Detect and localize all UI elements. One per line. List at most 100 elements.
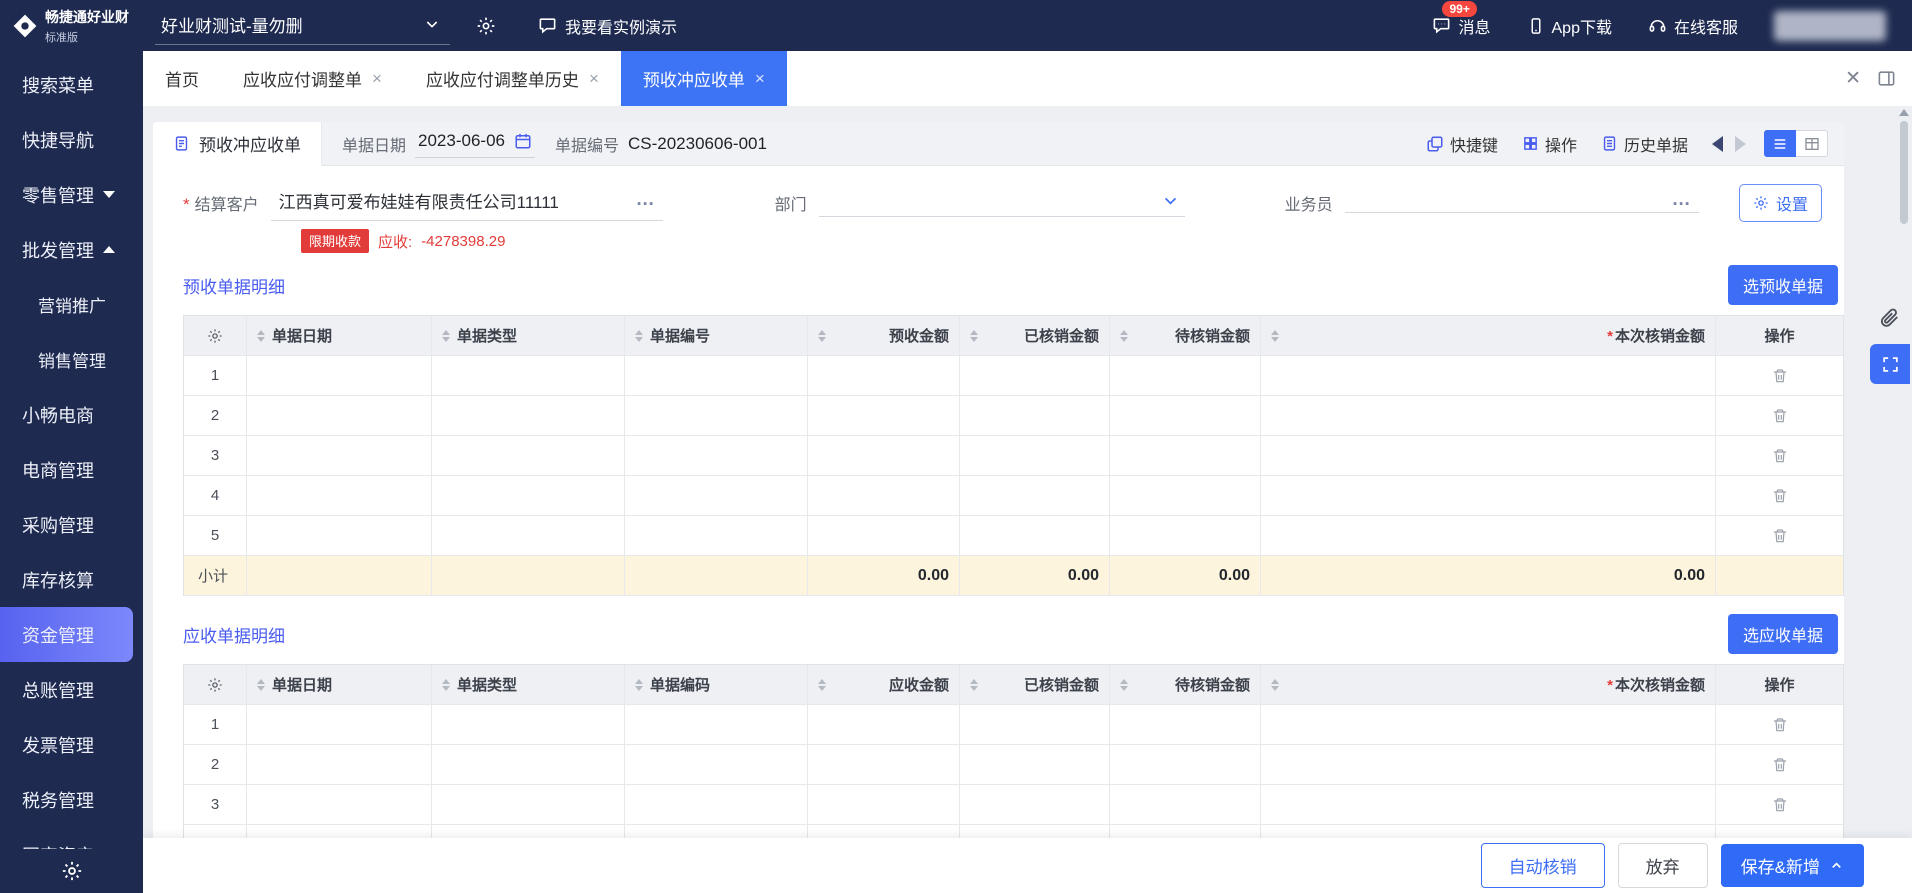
sort-icon[interactable] [635, 329, 643, 342]
list-view-toggle[interactable] [1764, 130, 1796, 157]
table-cell[interactable] [1110, 436, 1261, 476]
table-cell[interactable] [432, 356, 625, 396]
online-service-button[interactable]: 在线客服 [1648, 14, 1738, 38]
table-cell[interactable] [432, 825, 625, 838]
discard-button[interactable]: 放弃 [1617, 843, 1708, 888]
table-cell[interactable] [1261, 356, 1716, 396]
table-cell[interactable] [808, 396, 960, 436]
sidebar-item-6[interactable]: 小畅电商 [0, 387, 143, 442]
table-cell[interactable] [1261, 476, 1716, 516]
table-cell[interactable] [1261, 745, 1716, 785]
sort-icon[interactable] [1120, 329, 1128, 342]
column-header[interactable]: * 本次核销金额 [1261, 316, 1716, 356]
sidebar-item-5[interactable]: 销售管理 [0, 332, 143, 387]
tab-1[interactable]: 应收应付调整单 × [221, 51, 404, 106]
sort-icon[interactable] [1271, 329, 1279, 342]
row-delete-button[interactable] [1716, 825, 1843, 838]
scrollbar-thumb[interactable] [1900, 121, 1908, 224]
table-cell[interactable] [625, 705, 808, 745]
table-cell[interactable] [960, 785, 1110, 825]
sidebar-item-3[interactable]: 批发管理 [0, 222, 143, 277]
row-delete-button[interactable] [1716, 705, 1843, 745]
table-cell[interactable] [247, 476, 432, 516]
date-input[interactable]: 2023-06-06 [415, 129, 535, 158]
table-cell[interactable] [247, 516, 432, 556]
prev-doc-arrow[interactable] [1712, 135, 1723, 152]
sort-icon[interactable] [635, 678, 643, 691]
table-cell[interactable] [432, 785, 625, 825]
sidebar-item-9[interactable]: 库存核算 [0, 552, 143, 607]
sort-icon[interactable] [1271, 678, 1279, 691]
history-docs-button[interactable]: 历史单据 [1601, 132, 1688, 156]
vertical-scrollbar[interactable] [1898, 106, 1910, 838]
table-cell[interactable] [960, 516, 1110, 556]
sort-icon[interactable] [970, 329, 978, 342]
table-cell[interactable] [247, 825, 432, 838]
user-name-blurred[interactable] [1774, 10, 1886, 41]
table-cell[interactable] [1261, 705, 1716, 745]
sidebar-item-8[interactable]: 采购管理 [0, 497, 143, 552]
table-cell[interactable] [808, 356, 960, 396]
column-header[interactable]: 单据类型 [432, 316, 625, 356]
sidebar-item-11[interactable]: 总账管理 [0, 662, 143, 717]
column-header[interactable]: 待核销金额 [1110, 316, 1261, 356]
table-cell[interactable] [1110, 785, 1261, 825]
table-cell[interactable] [247, 436, 432, 476]
table-cell[interactable] [432, 745, 625, 785]
sort-icon[interactable] [818, 329, 826, 342]
table-cell[interactable] [960, 705, 1110, 745]
sort-icon[interactable] [442, 329, 450, 342]
table-cell[interactable] [808, 436, 960, 476]
table-cell[interactable] [960, 825, 1110, 838]
column-header[interactable]: 预收金额 [808, 316, 960, 356]
sort-icon[interactable] [1120, 678, 1128, 691]
sort-icon[interactable] [257, 329, 265, 342]
grid-view-toggle[interactable] [1796, 130, 1828, 157]
sidebar-item-1[interactable]: 快捷导航 [0, 112, 143, 167]
table-settings-gear-icon[interactable] [184, 316, 247, 356]
org-select[interactable]: 好业财测试-量勿删 [155, 7, 450, 45]
operation-button[interactable]: 操作 [1522, 132, 1577, 156]
sort-icon[interactable] [257, 678, 265, 691]
table-cell[interactable] [1110, 825, 1261, 838]
table-cell[interactable] [808, 476, 960, 516]
table-cell[interactable] [247, 356, 432, 396]
column-header[interactable]: 单据日期 [247, 316, 432, 356]
table-cell[interactable] [247, 705, 432, 745]
next-doc-arrow[interactable] [1735, 135, 1746, 152]
prepay-section-title[interactable]: 预收单据明细 [183, 273, 285, 298]
column-header[interactable]: 已核销金额 [960, 665, 1110, 705]
sort-icon[interactable] [970, 678, 978, 691]
settings-button[interactable]: 设置 [1738, 184, 1822, 222]
column-header[interactable]: 单据编码 [625, 665, 808, 705]
table-cell[interactable] [1261, 516, 1716, 556]
sidebar-item-2[interactable]: 零售管理 [0, 167, 143, 222]
table-cell[interactable] [247, 745, 432, 785]
table-cell[interactable] [432, 516, 625, 556]
tab-3[interactable]: 预收冲应收单 × [620, 51, 787, 106]
table-cell[interactable] [625, 356, 808, 396]
table-cell[interactable] [960, 396, 1110, 436]
table-cell[interactable] [432, 705, 625, 745]
table-cell[interactable] [1261, 825, 1716, 838]
row-delete-button[interactable] [1716, 356, 1843, 396]
sidebar-item-4[interactable]: 营销推广 [0, 277, 143, 332]
column-header[interactable]: 应收金额 [808, 665, 960, 705]
attachment-icon[interactable] [1878, 306, 1900, 333]
table-cell[interactable] [625, 516, 808, 556]
table-cell[interactable] [808, 705, 960, 745]
customer-input[interactable]: 江西真可爱布娃娃有限责任公司11111 … [270, 186, 663, 221]
save-and-new-button[interactable]: 保存&新增 [1720, 844, 1864, 887]
table-cell[interactable] [432, 396, 625, 436]
column-header[interactable]: 待核销金额 [1110, 665, 1261, 705]
row-delete-button[interactable] [1716, 476, 1843, 516]
sidebar-item-10[interactable]: 资金管理 [0, 607, 133, 662]
table-cell[interactable] [1261, 396, 1716, 436]
table-cell[interactable] [247, 785, 432, 825]
column-header[interactable]: 单据日期 [247, 665, 432, 705]
sidebar-settings-gear-icon[interactable] [0, 849, 143, 893]
table-cell[interactable] [625, 436, 808, 476]
tab-close-icon[interactable]: × [755, 69, 765, 89]
dept-chevron-down-icon[interactable] [1162, 192, 1179, 209]
table-cell[interactable] [625, 785, 808, 825]
